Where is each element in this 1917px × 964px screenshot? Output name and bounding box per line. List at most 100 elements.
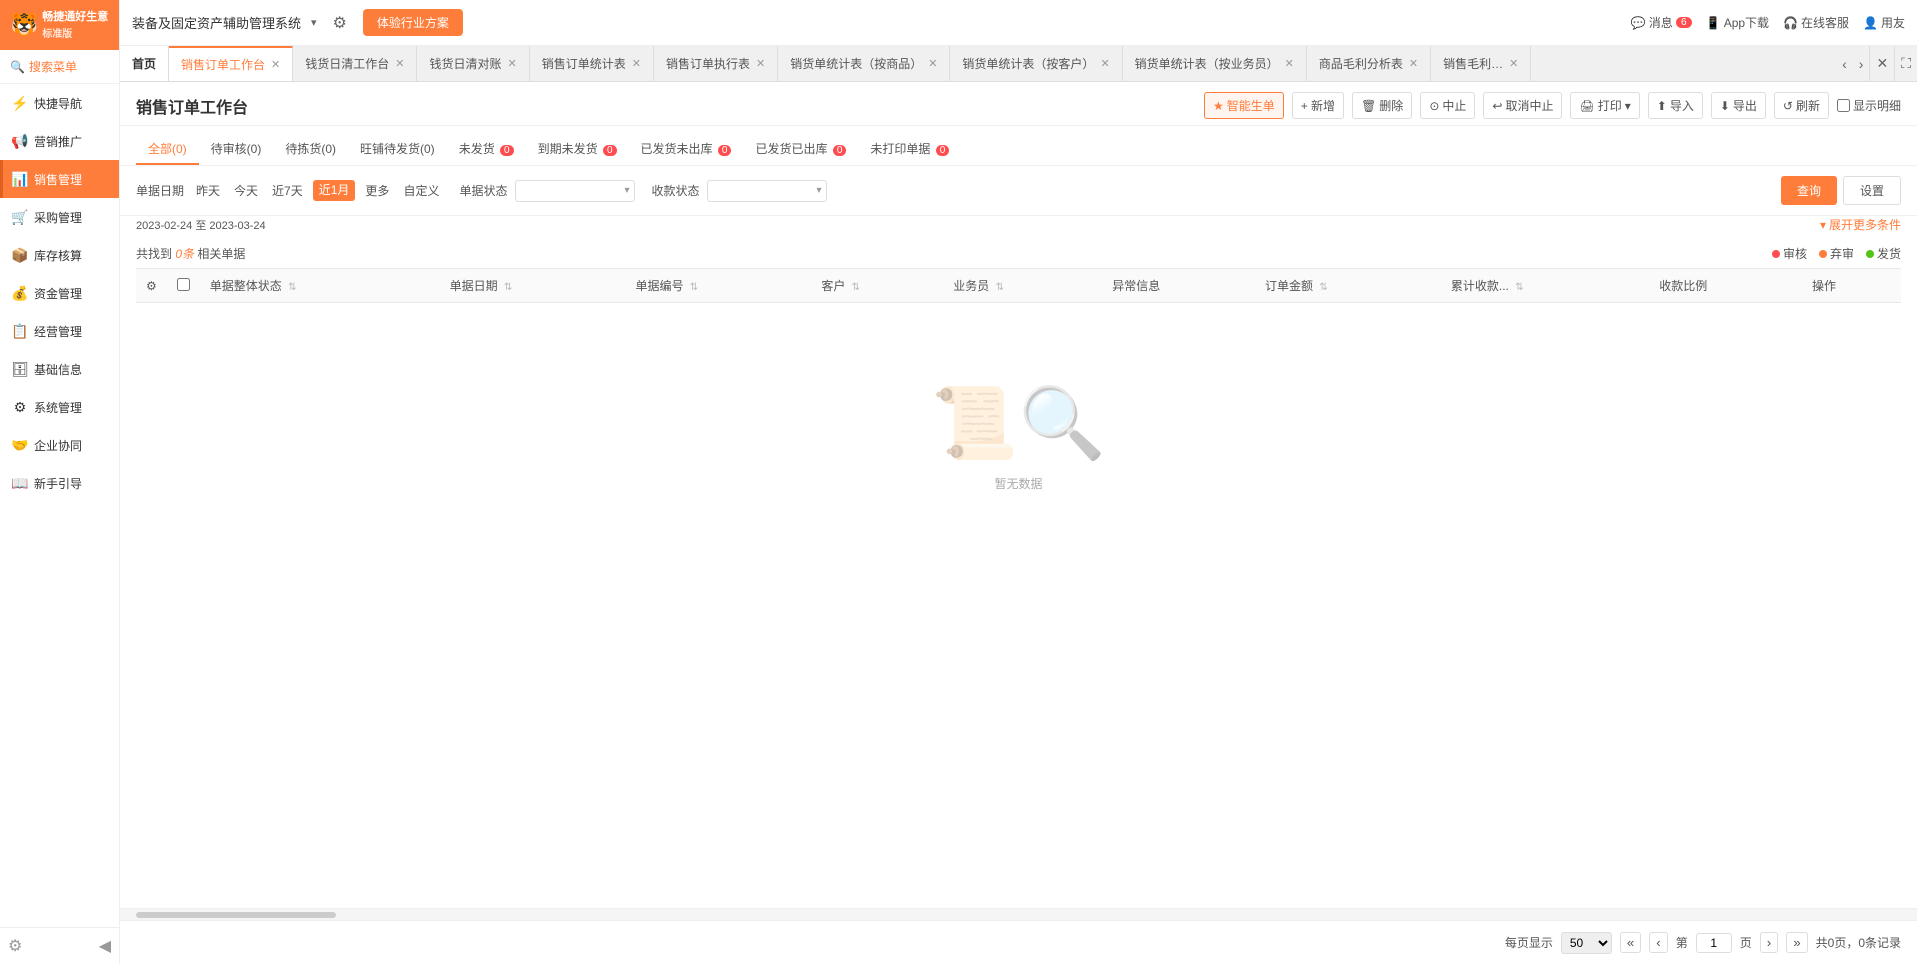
- online-service-item[interactable]: 🎧 在线客服: [1783, 14, 1849, 31]
- col-date[interactable]: 单据日期 ⇅: [440, 269, 626, 303]
- expand-more-btn[interactable]: ▾ 展开更多条件: [1820, 216, 1901, 233]
- page-size-select[interactable]: 50 10 20 100: [1561, 932, 1612, 954]
- next-page-btn[interactable]: ›: [1760, 932, 1778, 953]
- last-page-btn[interactable]: »: [1786, 932, 1807, 953]
- first-page-btn[interactable]: «: [1620, 932, 1641, 953]
- show-detail-checkbox-wrap[interactable]: 显示明细: [1837, 97, 1901, 114]
- tab-sales-salesman[interactable]: 销货单统计表（按业务员） ✕: [1123, 46, 1307, 82]
- date-opt-7days[interactable]: 近7天: [268, 180, 307, 201]
- tab-cash-reconcile[interactable]: 钱货日清对账 ✕: [417, 46, 529, 82]
- subtab-not-shipped[interactable]: 未发货 0: [447, 134, 526, 165]
- tab-sales-order-workbench[interactable]: 销售订单工作台 ✕: [169, 46, 293, 82]
- tab-sales-exec[interactable]: 销售订单执行表 ✕: [654, 46, 778, 82]
- col-checkbox[interactable]: [167, 269, 200, 303]
- subtab-shipped-out[interactable]: 已发货已出库 0: [743, 134, 858, 165]
- date-opt-1month[interactable]: 近1月: [313, 180, 356, 201]
- tab-sales-stat[interactable]: 销售订单统计表 ✕: [530, 46, 654, 82]
- refresh-btn[interactable]: ↺ 刷新: [1774, 92, 1829, 119]
- sidebar-item-quick-nav[interactable]: ⚡ 快捷导航: [0, 84, 119, 122]
- tab-sales-salesman-close[interactable]: ✕: [1285, 57, 1294, 70]
- tab-cash-daily[interactable]: 钱货日清工作台 ✕: [293, 46, 417, 82]
- show-detail-checkbox[interactable]: [1837, 99, 1850, 112]
- sidebar-item-finance[interactable]: 💰 资金管理: [0, 274, 119, 312]
- message-item[interactable]: 💬 消息 6: [1631, 14, 1692, 31]
- delete-btn[interactable]: 🗑 删除: [1352, 92, 1412, 119]
- collapse-icon[interactable]: ◀: [99, 936, 111, 956]
- subtab-shipped-not-out[interactable]: 已发货未出库 0: [629, 134, 744, 165]
- sidebar-item-base-info[interactable]: 🗄 基础信息: [0, 350, 119, 388]
- tab-sales-goods-close[interactable]: ✕: [928, 57, 937, 70]
- refresh-icon: ↺: [1783, 99, 1793, 113]
- export-btn[interactable]: ⬇ 导出: [1711, 92, 1766, 119]
- reject-label: 弃审: [1830, 245, 1854, 262]
- tab-sales-customer-close[interactable]: ✕: [1100, 57, 1109, 70]
- sidebar-item-purchase[interactable]: 🛒 采购管理: [0, 198, 119, 236]
- tab-sales-exec-close[interactable]: ✕: [756, 57, 765, 70]
- col-settings[interactable]: ⚙: [136, 269, 167, 303]
- sidebar-item-system[interactable]: ⚙ 系统管理: [0, 388, 119, 426]
- tab-gross-profit[interactable]: 商品毛利分析表 ✕: [1307, 46, 1431, 82]
- audit-action[interactable]: 审核: [1772, 245, 1807, 262]
- cancel-stop-btn[interactable]: ↩ 取消中止: [1483, 92, 1562, 119]
- col-salesman[interactable]: 业务员 ⇅: [943, 269, 1102, 303]
- col-status[interactable]: 单据整体状态 ⇅: [200, 269, 440, 303]
- reject-action[interactable]: 弃审: [1819, 245, 1854, 262]
- tab-close-all-icon[interactable]: ✕: [1869, 46, 1894, 82]
- date-opt-today[interactable]: 今天: [230, 180, 262, 201]
- date-opt-custom[interactable]: 自定义: [399, 180, 443, 201]
- industry-btn[interactable]: 体验行业方案: [363, 9, 463, 36]
- subtab-pending-pick[interactable]: 待拣货(0): [273, 134, 348, 165]
- payment-select[interactable]: [707, 180, 827, 202]
- tab-gross-profit-close[interactable]: ✕: [1409, 57, 1418, 70]
- system-dropdown[interactable]: ▾: [311, 16, 317, 29]
- sidebar-item-marketing[interactable]: 📢 营销推广: [0, 122, 119, 160]
- sidebar-item-operations[interactable]: 📋 经营管理: [0, 312, 119, 350]
- tab-fullscreen-icon[interactable]: ⛶: [1894, 46, 1917, 82]
- settings-bottom-icon[interactable]: ⚙: [8, 936, 22, 956]
- stop-btn[interactable]: ⊙ 中止: [1420, 92, 1475, 119]
- query-btn[interactable]: 查询: [1781, 176, 1837, 205]
- topbar-gear-icon[interactable]: ⚙: [333, 13, 347, 33]
- prev-page-btn[interactable]: ‹: [1649, 932, 1667, 953]
- ship-action[interactable]: 发货: [1866, 245, 1901, 262]
- tab-sales-customer[interactable]: 销货单统计表（按客户） ✕: [950, 46, 1122, 82]
- app-download-item[interactable]: 📱 App下载: [1706, 14, 1769, 31]
- tab-cash-daily-close[interactable]: ✕: [395, 57, 404, 70]
- status-select[interactable]: [515, 180, 635, 202]
- subtab-all[interactable]: 全部(0): [136, 134, 199, 165]
- tab-home[interactable]: 首页: [120, 46, 169, 82]
- col-amount[interactable]: 订单金额 ⇅: [1255, 269, 1441, 303]
- tab-sales-stat-close[interactable]: ✕: [632, 57, 641, 70]
- date-opt-more[interactable]: 更多: [361, 180, 393, 201]
- import-btn[interactable]: ⬆ 导入: [1648, 92, 1703, 119]
- page-input[interactable]: [1696, 933, 1732, 953]
- tab-scroll-right-icon[interactable]: ›: [1853, 56, 1870, 72]
- subtab-pending-audit[interactable]: 待审核(0): [199, 134, 274, 165]
- col-number[interactable]: 单据编号 ⇅: [625, 269, 811, 303]
- add-btn[interactable]: + 新增: [1292, 92, 1344, 119]
- col-received[interactable]: 累计收款... ⇅: [1441, 269, 1649, 303]
- subtab-expired-not-shipped[interactable]: 到期未发货 0: [526, 134, 629, 165]
- user-item[interactable]: 👤 用友: [1863, 14, 1905, 31]
- print-btn[interactable]: 🖨 打印 ▾: [1570, 92, 1639, 119]
- sidebar-item-inventory[interactable]: 📦 库存核算: [0, 236, 119, 274]
- tab-cash-reconcile-close[interactable]: ✕: [508, 57, 517, 70]
- scroll-thumb[interactable]: [136, 912, 336, 918]
- sidebar-item-enterprise[interactable]: 🤝 企业协同: [0, 426, 119, 464]
- col-customer[interactable]: 客户 ⇅: [811, 269, 943, 303]
- smart-btn[interactable]: ★ 智能生单: [1204, 92, 1284, 119]
- set-btn[interactable]: 设置: [1843, 176, 1901, 205]
- tab-scroll-left-icon[interactable]: ‹: [1836, 56, 1853, 72]
- tab-sales-gross-close[interactable]: ✕: [1509, 57, 1518, 70]
- select-all-checkbox[interactable]: [177, 278, 190, 291]
- sidebar: 🐯 畅捷通好生意 标准版 🔍 搜索菜单 ⚡ 快捷导航 📢 营销推广 📊 销售管理…: [0, 0, 120, 964]
- date-opt-yesterday[interactable]: 昨天: [192, 180, 224, 201]
- tab-sales-goods[interactable]: 销货单统计表（按商品） ✕: [778, 46, 950, 82]
- tab-sales-gross[interactable]: 销售毛利… ✕: [1431, 46, 1531, 82]
- subtab-wangpu-ship[interactable]: 旺铺待发货(0): [348, 134, 447, 165]
- sidebar-item-sales[interactable]: 📊 销售管理: [0, 160, 119, 198]
- sidebar-item-guide[interactable]: 📖 新手引导: [0, 464, 119, 502]
- subtab-not-printed[interactable]: 未打印单据 0: [858, 134, 961, 165]
- sidebar-item-search[interactable]: 🔍 搜索菜单: [0, 50, 119, 84]
- tab-sales-order-workbench-close[interactable]: ✕: [271, 58, 280, 71]
